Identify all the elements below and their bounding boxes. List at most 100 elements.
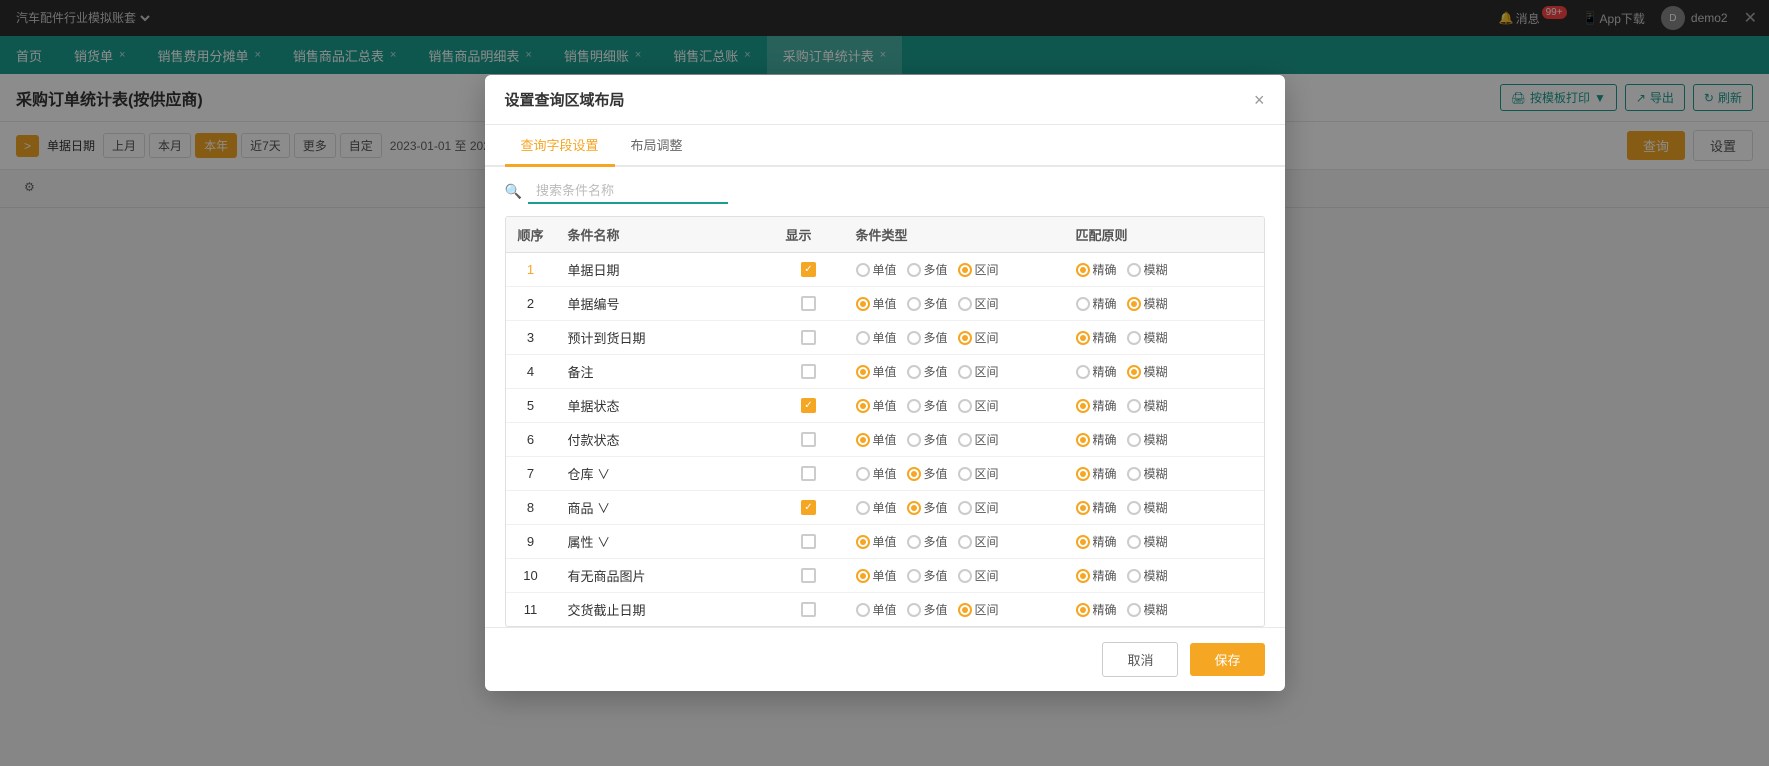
radio-rule-精确[interactable]: 精确 <box>1076 261 1117 278</box>
radio-type-单值[interactable]: 单值 <box>856 397 897 414</box>
radio-type-多值[interactable]: 多值 <box>907 499 948 516</box>
radio-type-多值[interactable]: 多值 <box>907 295 948 312</box>
radio-type-多值[interactable]: 多值 <box>907 261 948 278</box>
radio-rule-精确[interactable]: 精确 <box>1076 567 1117 584</box>
radio-label: 多值 <box>924 363 948 380</box>
radio-rule-模糊[interactable]: 模糊 <box>1127 295 1168 312</box>
radio-label: 精确 <box>1093 261 1117 278</box>
checkbox[interactable] <box>801 602 816 617</box>
radio-rule-模糊[interactable]: 模糊 <box>1127 601 1168 618</box>
radio-rule-模糊[interactable]: 模糊 <box>1127 465 1168 482</box>
radio-label: 多值 <box>924 567 948 584</box>
radio-rule-模糊[interactable]: 模糊 <box>1127 431 1168 448</box>
row-display-checkbox[interactable] <box>774 389 844 423</box>
radio-type-单值[interactable]: 单值 <box>856 261 897 278</box>
radio-type-单值[interactable]: 单值 <box>856 533 897 550</box>
radio-circle <box>1076 263 1090 277</box>
radio-type-单值[interactable]: 单值 <box>856 465 897 482</box>
radio-type-多值[interactable]: 多值 <box>907 431 948 448</box>
row-display-checkbox[interactable] <box>774 593 844 627</box>
radio-circle <box>1127 501 1141 515</box>
row-display-checkbox[interactable] <box>774 491 844 525</box>
radio-type-单值[interactable]: 单值 <box>856 363 897 380</box>
radio-rule-模糊[interactable]: 模糊 <box>1127 329 1168 346</box>
checkbox[interactable] <box>801 432 816 447</box>
radio-type-区间[interactable]: 区间 <box>958 567 999 584</box>
radio-label: 区间 <box>975 431 999 448</box>
radio-rule-模糊[interactable]: 模糊 <box>1127 363 1168 380</box>
radio-type-单值[interactable]: 单值 <box>856 601 897 618</box>
radio-rule-精确[interactable]: 精确 <box>1076 397 1117 414</box>
radio-type-区间[interactable]: 区间 <box>958 397 999 414</box>
radio-label: 区间 <box>975 397 999 414</box>
radio-rule-精确[interactable]: 精确 <box>1076 465 1117 482</box>
row-display-checkbox[interactable] <box>774 253 844 287</box>
search-input[interactable] <box>528 179 728 204</box>
radio-circle <box>856 297 870 311</box>
checkbox[interactable] <box>801 330 816 345</box>
cancel-button[interactable]: 取消 <box>1102 642 1178 677</box>
radio-rule-模糊[interactable]: 模糊 <box>1127 261 1168 278</box>
radio-rule-精确[interactable]: 精确 <box>1076 601 1117 618</box>
checkbox[interactable] <box>801 466 816 481</box>
radio-type-区间[interactable]: 区间 <box>958 465 999 482</box>
row-display-checkbox[interactable] <box>774 321 844 355</box>
radio-type-区间[interactable]: 区间 <box>958 363 999 380</box>
radio-label: 模糊 <box>1144 295 1168 312</box>
checkbox[interactable] <box>801 500 816 515</box>
radio-rule-精确[interactable]: 精确 <box>1076 533 1117 550</box>
modal-tab-field-settings[interactable]: 查询字段设置 <box>505 125 615 167</box>
radio-rule-模糊[interactable]: 模糊 <box>1127 533 1168 550</box>
radio-type-区间[interactable]: 区间 <box>958 499 999 516</box>
table-row: 2单据编号单值多值区间精确模糊 <box>506 287 1264 321</box>
radio-rule-模糊[interactable]: 模糊 <box>1127 397 1168 414</box>
radio-type-区间[interactable]: 区间 <box>958 261 999 278</box>
radio-type-多值[interactable]: 多值 <box>907 533 948 550</box>
checkbox[interactable] <box>801 534 816 549</box>
radio-circle <box>1127 433 1141 447</box>
modal-close-button[interactable]: × <box>1254 91 1265 109</box>
radio-type-多值[interactable]: 多值 <box>907 567 948 584</box>
radio-rule-精确[interactable]: 精确 <box>1076 363 1117 380</box>
radio-rule-精确[interactable]: 精确 <box>1076 295 1117 312</box>
radio-type-区间[interactable]: 区间 <box>958 533 999 550</box>
radio-rule-精确[interactable]: 精确 <box>1076 431 1117 448</box>
radio-type-多值[interactable]: 多值 <box>907 363 948 380</box>
row-display-checkbox[interactable] <box>774 525 844 559</box>
radio-type-区间[interactable]: 区间 <box>958 601 999 618</box>
row-order-11: 11 <box>506 593 556 627</box>
row-display-checkbox[interactable] <box>774 423 844 457</box>
checkbox[interactable] <box>801 568 816 583</box>
radio-rule-模糊[interactable]: 模糊 <box>1127 567 1168 584</box>
save-button[interactable]: 保存 <box>1190 643 1264 676</box>
row-display-checkbox[interactable] <box>774 559 844 593</box>
radio-rule-精确[interactable]: 精确 <box>1076 499 1117 516</box>
checkbox[interactable] <box>801 364 816 379</box>
radio-type-单值[interactable]: 单值 <box>856 567 897 584</box>
checkbox[interactable] <box>801 296 816 311</box>
radio-rule-精确[interactable]: 精确 <box>1076 329 1117 346</box>
radio-label: 单值 <box>873 261 897 278</box>
radio-circle <box>907 569 921 583</box>
radio-type-区间[interactable]: 区间 <box>958 431 999 448</box>
row-display-checkbox[interactable] <box>774 287 844 321</box>
radio-type-多值[interactable]: 多值 <box>907 329 948 346</box>
radio-type-多值[interactable]: 多值 <box>907 397 948 414</box>
checkbox[interactable] <box>801 398 816 413</box>
row-display-checkbox[interactable] <box>774 355 844 389</box>
radio-type-单值[interactable]: 单值 <box>856 295 897 312</box>
checkbox[interactable] <box>801 262 816 277</box>
radio-type-单值[interactable]: 单值 <box>856 499 897 516</box>
radio-label: 区间 <box>975 567 999 584</box>
radio-rule-模糊[interactable]: 模糊 <box>1127 499 1168 516</box>
row-display-checkbox[interactable] <box>774 457 844 491</box>
radio-type-区间[interactable]: 区间 <box>958 295 999 312</box>
radio-type-单值[interactable]: 单值 <box>856 329 897 346</box>
radio-type-多值[interactable]: 多值 <box>907 465 948 482</box>
modal-tab-layout-adjust[interactable]: 布局调整 <box>615 125 699 167</box>
radio-type-区间[interactable]: 区间 <box>958 329 999 346</box>
radio-type-多值[interactable]: 多值 <box>907 601 948 618</box>
radio-label: 区间 <box>975 295 999 312</box>
row-rule-radio-group: 精确模糊 <box>1064 525 1264 559</box>
radio-type-单值[interactable]: 单值 <box>856 431 897 448</box>
